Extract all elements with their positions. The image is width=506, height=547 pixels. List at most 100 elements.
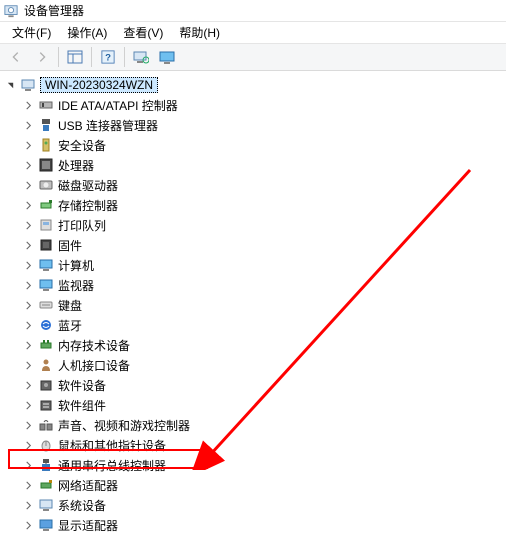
tree-item[interactable]: 处理器	[20, 155, 504, 175]
titlebar: 设备管理器	[0, 0, 506, 22]
expand-toggle[interactable]	[20, 177, 36, 193]
expand-toggle[interactable]	[20, 477, 36, 493]
toolbar-separator	[58, 47, 59, 67]
tree-item[interactable]: 系统设备	[20, 495, 504, 515]
tree-item[interactable]: 声音、视频和游戏控制器	[20, 415, 504, 435]
expand-toggle[interactable]	[20, 277, 36, 293]
tree-item-label: 计算机	[58, 257, 100, 274]
menu-action[interactable]: 操作(A)	[59, 22, 115, 43]
device-category-icon	[38, 237, 54, 253]
tree-item[interactable]: 软件设备	[20, 375, 504, 395]
expand-toggle[interactable]	[20, 157, 36, 173]
tree-item-label: 人机接口设备	[58, 357, 136, 374]
device-category-icon	[38, 257, 54, 273]
tree-item[interactable]: 安全设备	[20, 135, 504, 155]
tree-item[interactable]: 监视器	[20, 275, 504, 295]
expand-toggle[interactable]	[20, 337, 36, 353]
device-tree: WIN-20230324WZNIDE ATA/ATAPI 控制器 USB 连接器管…	[0, 71, 506, 539]
expand-toggle[interactable]	[20, 377, 36, 393]
expand-toggle[interactable]	[20, 117, 36, 133]
tree-item[interactable]: 固件	[20, 235, 504, 255]
tree-item[interactable]: 人机接口设备	[20, 355, 504, 375]
toolbar: ?	[0, 43, 506, 71]
tree-item-label: 软件组件	[58, 397, 112, 414]
expand-toggle[interactable]	[20, 197, 36, 213]
tree-item[interactable]: IDE ATA/ATAPI 控制器	[20, 95, 504, 115]
expand-toggle[interactable]	[20, 317, 36, 333]
expand-toggle[interactable]	[20, 437, 36, 453]
expand-toggle[interactable]	[20, 257, 36, 273]
device-category-icon	[38, 197, 54, 213]
back-button[interactable]	[4, 45, 28, 69]
device-category-icon	[38, 517, 54, 533]
expand-toggle[interactable]	[20, 137, 36, 153]
device-category-icon	[38, 277, 54, 293]
device-category-icon	[38, 457, 54, 473]
tree-item-label: 打印队列	[58, 217, 112, 234]
tree-item[interactable]: 网络适配器	[20, 475, 504, 495]
device-category-icon	[38, 297, 54, 313]
device-category-icon	[38, 177, 54, 193]
toolbar-separator	[91, 47, 92, 67]
expand-toggle[interactable]	[20, 497, 36, 513]
tree-item[interactable]: 蓝牙	[20, 315, 504, 335]
tree-item-label: USB 连接器管理器	[58, 117, 164, 134]
expand-toggle[interactable]	[20, 297, 36, 313]
tree-item[interactable]: USB 连接器管理器	[20, 115, 504, 135]
tree-item-label: 监视器	[58, 277, 100, 294]
device-category-icon	[38, 357, 54, 373]
tree-item-label: 内存技术设备	[58, 337, 136, 354]
device-category-icon	[38, 137, 54, 153]
device-category-icon	[38, 337, 54, 353]
device-category-icon	[38, 437, 54, 453]
tree-item[interactable]: 内存技术设备	[20, 335, 504, 355]
tree-item-label: 通用串行总线控制器	[58, 457, 172, 474]
scan-hardware-button[interactable]	[129, 45, 153, 69]
expand-toggle[interactable]	[20, 217, 36, 233]
device-category-icon	[38, 477, 54, 493]
tree-item[interactable]: 打印队列	[20, 215, 504, 235]
tree-item[interactable]: 通用串行总线控制器	[20, 455, 504, 475]
expand-toggle[interactable]	[20, 457, 36, 473]
tree-item-label: 磁盘驱动器	[58, 177, 124, 194]
device-category-icon	[38, 417, 54, 433]
expand-toggle[interactable]	[20, 97, 36, 113]
device-category-icon	[38, 217, 54, 233]
forward-button[interactable]	[30, 45, 54, 69]
device-category-icon	[38, 377, 54, 393]
device-category-icon	[38, 497, 54, 513]
tree-item-label: 鼠标和其他指针设备	[58, 437, 172, 454]
tree-item-label: 安全设备	[58, 137, 112, 154]
tree-item-label: 软件设备	[58, 377, 112, 394]
toolbar-separator	[124, 47, 125, 67]
menu-view[interactable]: 查看(V)	[115, 22, 171, 43]
tree-root[interactable]: WIN-20230324WZN	[2, 75, 504, 95]
tree-item-label: 网络适配器	[58, 477, 124, 494]
expand-toggle[interactable]	[20, 357, 36, 373]
expand-toggle[interactable]	[20, 517, 36, 533]
tree-item[interactable]: 磁盘驱动器	[20, 175, 504, 195]
tree-item[interactable]: 存储控制器	[20, 195, 504, 215]
menu-help[interactable]: 帮助(H)	[171, 22, 228, 43]
computer-icon	[20, 77, 36, 93]
tree-item[interactable]: 键盘	[20, 295, 504, 315]
window-title: 设备管理器	[24, 2, 84, 19]
help-button[interactable]: ?	[96, 45, 120, 69]
tree-item[interactable]: 软件组件	[20, 395, 504, 415]
menu-file[interactable]: 文件(F)	[4, 22, 59, 43]
tree-item[interactable]: 计算机	[20, 255, 504, 275]
expand-toggle[interactable]	[20, 397, 36, 413]
expand-toggle[interactable]	[20, 417, 36, 433]
devices-by-type-button[interactable]	[155, 45, 179, 69]
app-icon	[4, 4, 18, 18]
svg-text:?: ?	[105, 53, 111, 64]
menubar: 文件(F) 操作(A) 查看(V) 帮助(H)	[0, 22, 506, 43]
device-category-icon	[38, 397, 54, 413]
tree-item[interactable]: 鼠标和其他指针设备	[20, 435, 504, 455]
tree-item-label: 蓝牙	[58, 317, 88, 334]
view-list-button[interactable]	[63, 45, 87, 69]
tree-item[interactable]: 显示适配器	[20, 515, 504, 535]
tree-item-label: 存储控制器	[58, 197, 124, 214]
expand-toggle[interactable]	[20, 237, 36, 253]
expand-toggle[interactable]	[2, 77, 18, 93]
